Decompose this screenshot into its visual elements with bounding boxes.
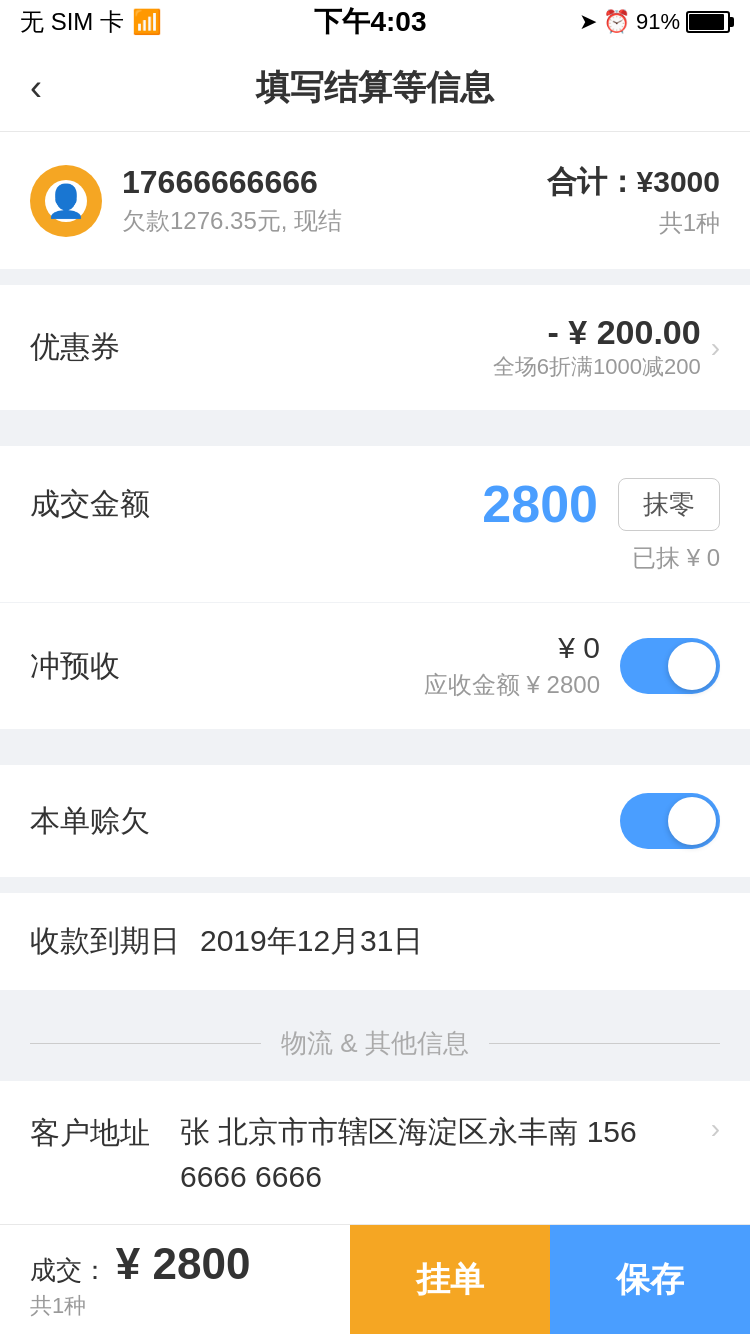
address-row: 客户地址 张 北京市市辖区海淀区永丰南 156 6666 6666 › <box>30 1109 720 1199</box>
coupon-right: - ¥ 200.00 全场6折满1000减200 › <box>493 313 720 382</box>
round-button[interactable]: 抹零 <box>618 478 720 531</box>
chevron-right-icon: › <box>711 332 720 364</box>
nav-bar: ‹ 填写结算等信息 <box>0 44 750 132</box>
deal-right: 2800 抹零 <box>482 474 720 534</box>
bottom-deal-count: 共1种 <box>30 1291 320 1321</box>
status-right: ➤ ⏰ 91% <box>579 9 730 35</box>
customer-phone: 17666666666 <box>122 164 342 201</box>
coupon-row[interactable]: 优惠券 - ¥ 200.00 全场6折满1000减200 › <box>0 285 750 410</box>
credit-toggle-circle <box>668 797 716 845</box>
address-label: 客户地址 <box>30 1109 150 1154</box>
coupon-info: - ¥ 200.00 全场6折满1000减200 <box>493 313 701 382</box>
duedate-label: 收款到期日 <box>30 921 180 962</box>
hang-button[interactable]: 挂单 <box>350 1225 550 1335</box>
avatar: 👤 <box>30 165 102 237</box>
sim-status: 无 SIM 卡 <box>20 6 124 38</box>
save-button[interactable]: 保存 <box>550 1225 750 1335</box>
battery-text: 91% <box>636 9 680 35</box>
deal-sub: 已抹 ¥ 0 <box>30 542 720 574</box>
duedate-section: 收款到期日 2019年12月31日 <box>0 893 750 990</box>
total-amount: 合计：¥3000 <box>547 162 720 203</box>
coupon-desc: 全场6折满1000减200 <box>493 352 701 382</box>
prepay-sub: 应收金额 ¥ 2800 <box>424 669 600 701</box>
section-separator-1 <box>0 426 750 446</box>
divider-line-left <box>30 1043 261 1044</box>
deal-amount-section: 成交金额 2800 抹零 已抹 ¥ 0 <box>0 446 750 602</box>
bottom-deal-label: 成交： <box>30 1255 108 1285</box>
customer-info: 17666666666 欠款1276.35元, 现结 <box>122 164 342 237</box>
credit-section: 本单赊欠 <box>0 765 750 877</box>
total-count: 共1种 <box>547 207 720 239</box>
location-icon: ➤ <box>579 9 597 35</box>
credit-row: 本单赊欠 <box>30 793 720 849</box>
back-button[interactable]: ‹ <box>30 67 42 109</box>
address-section[interactable]: 客户地址 张 北京市市辖区海淀区永丰南 156 6666 6666 › <box>0 1081 750 1227</box>
person-icon: 👤 <box>46 182 86 220</box>
prepay-right: ¥ 0 应收金额 ¥ 2800 <box>424 631 720 701</box>
deal-row: 成交金额 2800 抹零 <box>30 474 720 534</box>
page-title: 填写结算等信息 <box>256 65 494 111</box>
divider-line-right <box>489 1043 720 1044</box>
bottom-info: 成交： ¥ 2800 共1种 <box>0 1239 350 1321</box>
coupon-amount: - ¥ 200.00 <box>493 313 701 352</box>
status-time: 下午4:03 <box>314 3 426 41</box>
battery-icon <box>686 11 730 33</box>
coupon-label: 优惠券 <box>30 327 120 368</box>
prepay-section: 冲预收 ¥ 0 应收金额 ¥ 2800 <box>0 602 750 729</box>
section-separator-2 <box>0 745 750 765</box>
prepay-amount: ¥ 0 <box>424 631 600 665</box>
deal-amount: 2800 <box>482 474 598 534</box>
customer-card: 👤 17666666666 欠款1276.35元, 现结 合计：¥3000 共1… <box>0 132 750 269</box>
logistics-divider: 物流 & 其他信息 <box>0 1006 750 1081</box>
prepay-row: 冲预收 ¥ 0 应收金额 ¥ 2800 <box>30 631 720 701</box>
customer-right: 合计：¥3000 共1种 <box>547 162 720 239</box>
address-value: 张 北京市市辖区海淀区永丰南 156 6666 6666 <box>180 1109 711 1199</box>
wifi-icon: 📶 <box>132 8 162 36</box>
prepay-label: 冲预收 <box>30 646 120 687</box>
status-bar: 无 SIM 卡 📶 下午4:03 ➤ ⏰ 91% <box>0 0 750 44</box>
credit-label: 本单赊欠 <box>30 801 150 842</box>
deal-label: 成交金额 <box>30 484 150 525</box>
address-chevron-icon: › <box>711 1113 720 1145</box>
content: 👤 17666666666 欠款1276.35元, 现结 合计：¥3000 共1… <box>0 132 750 1334</box>
prepay-toggle[interactable] <box>620 638 720 694</box>
duedate-row: 收款到期日 2019年12月31日 <box>30 921 720 962</box>
status-left: 无 SIM 卡 📶 <box>20 6 162 38</box>
toggle-circle <box>668 642 716 690</box>
prepay-amount-block: ¥ 0 应收金额 ¥ 2800 <box>424 631 600 701</box>
bottom-deal-row: 成交： ¥ 2800 <box>30 1239 320 1289</box>
avatar-icon: 👤 <box>45 180 87 222</box>
customer-sub: 欠款1276.35元, 现结 <box>122 205 342 237</box>
credit-toggle[interactable] <box>620 793 720 849</box>
duedate-value: 2019年12月31日 <box>200 921 423 962</box>
bottom-bar: 成交： ¥ 2800 共1种 挂单 保存 <box>0 1224 750 1334</box>
bottom-deal-amount: ¥ 2800 <box>116 1239 251 1288</box>
logistics-label: 物流 & 其他信息 <box>281 1026 469 1061</box>
customer-left: 👤 17666666666 欠款1276.35元, 现结 <box>30 164 342 237</box>
alarm-icon: ⏰ <box>603 9 630 35</box>
